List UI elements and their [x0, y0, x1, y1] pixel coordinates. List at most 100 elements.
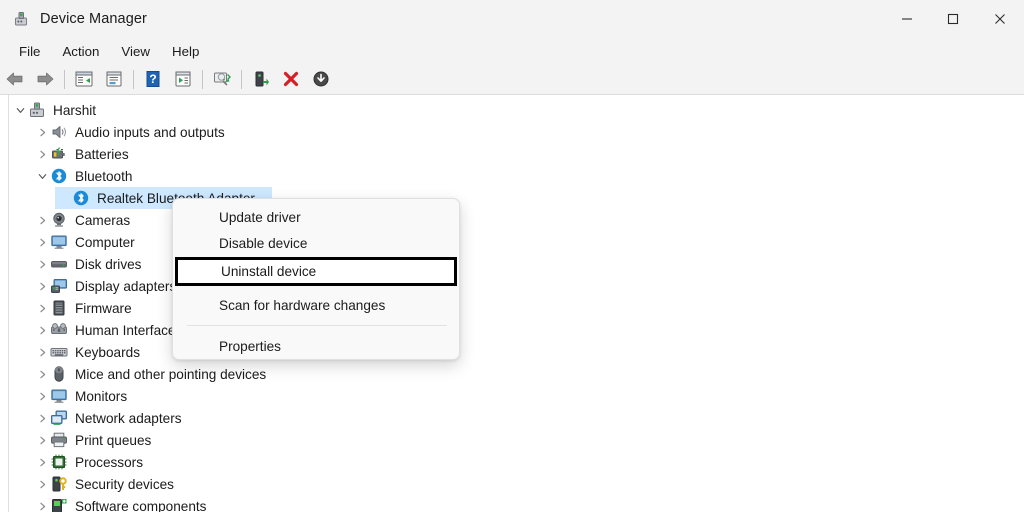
context-menu-item-properties[interactable]: Properties [173, 333, 459, 359]
chevron-right-icon[interactable] [34, 124, 50, 140]
context-menu-item-disable-device[interactable]: Disable device [173, 230, 459, 256]
window-controls [884, 0, 1024, 38]
menu-view[interactable]: View [110, 41, 161, 62]
tree-item[interactable]: Disk drives [0, 253, 1024, 275]
toolbar-separator [133, 69, 134, 89]
maximize-button[interactable] [930, 0, 976, 38]
tree-item[interactable]: Cameras [0, 209, 1024, 231]
add-legacy-hardware-icon[interactable] [247, 66, 275, 92]
security-device-icon [50, 475, 68, 493]
tree-item[interactable]: Software components [0, 495, 1024, 512]
chevron-right-icon[interactable] [34, 234, 50, 250]
menu-help[interactable]: Help [161, 41, 210, 62]
menu-bar: File Action View Help [0, 38, 1024, 64]
network-adapter-icon [50, 409, 68, 427]
tree-item[interactable]: Display adapters [0, 275, 1024, 297]
tree-item[interactable]: Network adapters [0, 407, 1024, 429]
tree-item-label: Cameras [75, 212, 131, 228]
back-arrow-icon[interactable] [1, 66, 29, 92]
context-menu-item-update-driver[interactable]: Update driver [173, 204, 459, 230]
firmware-icon [50, 299, 68, 317]
menu-file[interactable]: File [8, 41, 51, 62]
chevron-right-icon[interactable] [34, 322, 50, 338]
tree-item[interactable]: Bluetooth [0, 165, 1024, 187]
toolbar-separator [202, 69, 203, 89]
chevron-right-icon[interactable] [34, 256, 50, 272]
device-manager-icon [12, 10, 30, 28]
tree-item[interactable]: Security devices [0, 473, 1024, 495]
menu-action[interactable]: Action [51, 41, 110, 62]
tree-item[interactable]: Monitors [0, 385, 1024, 407]
tree-item-label: Disk drives [75, 256, 142, 272]
tree-item[interactable]: Print queues [0, 429, 1024, 451]
tree-item[interactable]: Computer [0, 231, 1024, 253]
tree-item[interactable]: Firmware [0, 297, 1024, 319]
toolbar-separator [64, 69, 65, 89]
chevron-right-icon[interactable] [34, 432, 50, 448]
tree-item-label: Harshit [53, 102, 97, 118]
tree-item[interactable]: Keyboards [0, 341, 1024, 363]
update-driver-icon[interactable] [169, 66, 197, 92]
show-hide-console-tree-icon[interactable] [70, 66, 98, 92]
mouse-icon [50, 365, 68, 383]
tree-item-label: Software components [75, 498, 207, 512]
tree-item[interactable]: Audio inputs and outputs [0, 121, 1024, 143]
monitor-icon [50, 387, 68, 405]
context-menu-item-scan-for-hardware-changes[interactable]: Scan for hardware changes [173, 292, 459, 318]
context-menu-separator [187, 325, 447, 326]
download-icon[interactable] [307, 66, 335, 92]
chevron-right-icon[interactable] [34, 388, 50, 404]
help-icon[interactable]: ? [139, 66, 167, 92]
toolbar: ? [0, 64, 1024, 95]
tree-item-selected[interactable]: Realtek Bluetooth Adapter [0, 187, 1024, 209]
processor-icon [50, 453, 68, 471]
close-button[interactable] [976, 0, 1024, 38]
tree-item[interactable]: Batteries [0, 143, 1024, 165]
chevron-right-icon[interactable] [34, 300, 50, 316]
uninstall-device-icon[interactable] [277, 66, 305, 92]
chevron-right-icon[interactable] [34, 410, 50, 426]
chevron-down-icon[interactable] [34, 168, 50, 184]
device-tree-pane[interactable]: Harshit Audio inputs and outputs Batteries… [0, 95, 1024, 512]
chevron-right-icon[interactable] [34, 366, 50, 382]
chevron-right-icon[interactable] [34, 278, 50, 294]
hid-icon [50, 321, 68, 339]
chevron-right-icon[interactable] [34, 344, 50, 360]
speaker-icon [50, 123, 68, 141]
tree-item-label: Processors [75, 454, 143, 470]
tree-item[interactable]: Harshit [0, 99, 1024, 121]
bluetooth-icon [72, 189, 90, 207]
computer-root-icon [28, 101, 46, 119]
tree-item-label: Firmware [75, 300, 132, 316]
chevron-right-icon[interactable] [34, 146, 50, 162]
context-menu[interactable]: Update driver Disable device Uninstall d… [172, 198, 460, 360]
chevron-right-icon[interactable] [34, 212, 50, 228]
chevron-right-icon[interactable] [34, 476, 50, 492]
tree-item-label: Batteries [75, 146, 129, 162]
tree-item[interactable]: Mice and other pointing devices [0, 363, 1024, 385]
monitor-icon [50, 233, 68, 251]
window-title: Device Manager [40, 11, 147, 27]
device-manager-window: Device Manager File Action View Help ? H… [0, 0, 1024, 512]
chevron-right-icon[interactable] [34, 454, 50, 470]
software-component-icon [50, 497, 68, 512]
chevron-down-icon[interactable] [12, 102, 28, 118]
tree-item-label: Monitors [75, 388, 128, 404]
bluetooth-icon [50, 167, 68, 185]
title-bar: Device Manager [0, 0, 1024, 38]
properties-icon[interactable] [100, 66, 128, 92]
context-menu-item-uninstall-device[interactable]: Uninstall device [175, 257, 457, 286]
minimize-button[interactable] [884, 0, 930, 38]
chevron-right-icon[interactable] [34, 498, 50, 512]
tree-item-label: Mice and other pointing devices [75, 366, 267, 382]
tree-item-label: Security devices [75, 476, 174, 492]
tree-item-label: Computer [75, 234, 135, 250]
forward-arrow-icon[interactable] [31, 66, 59, 92]
keyboard-icon [50, 343, 68, 361]
tree-item-label: Keyboards [75, 344, 140, 360]
tree-item[interactable]: Processors [0, 451, 1024, 473]
tree-item-label: Bluetooth [75, 168, 133, 184]
tree-item[interactable]: Human Interface Devices [0, 319, 1024, 341]
scan-hardware-changes-icon[interactable] [208, 66, 236, 92]
